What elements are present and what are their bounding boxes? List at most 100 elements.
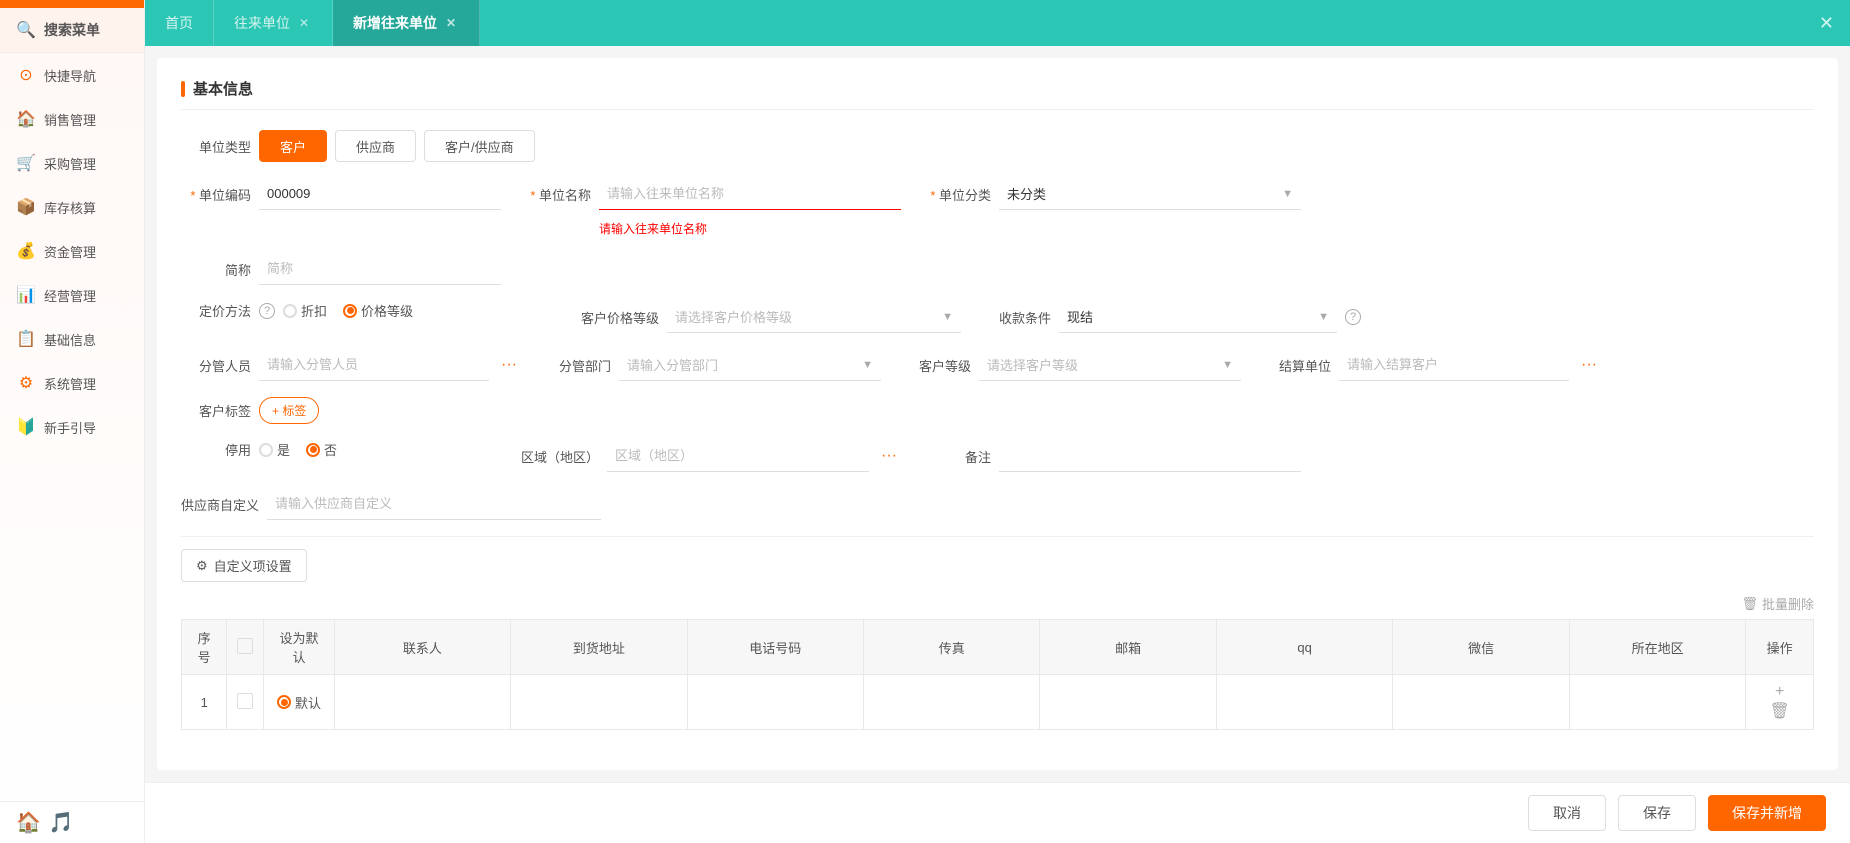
row-add-btn[interactable]: + bbox=[1771, 683, 1788, 700]
pricing-level-radio[interactable]: 价格等级 bbox=[343, 301, 413, 320]
section-title: 基本信息 bbox=[181, 78, 1814, 110]
settlement-unit-input[interactable] bbox=[1339, 349, 1569, 381]
settlement-unit-field: 结算单位 ··· bbox=[1261, 349, 1601, 381]
manager-ellipsis-btn[interactable]: ··· bbox=[497, 356, 521, 374]
row-email[interactable] bbox=[1040, 675, 1216, 730]
customer-level-label: 客户等级 bbox=[901, 356, 971, 375]
row-checkbox[interactable] bbox=[227, 675, 264, 730]
row-phone[interactable] bbox=[687, 675, 863, 730]
save-add-button[interactable]: 保存并新增 bbox=[1708, 795, 1826, 831]
row-qq-input[interactable] bbox=[1227, 695, 1383, 710]
sidebar-item-label: 新手引导 bbox=[44, 418, 96, 437]
sidebar-item-system[interactable]: ⚙ 系统管理 bbox=[0, 361, 144, 405]
sidebar-item-sales[interactable]: 🏠 销售管理 bbox=[0, 97, 144, 141]
payment-terms-help-icon[interactable]: ? bbox=[1345, 309, 1361, 325]
disabled-label: 停用 bbox=[181, 440, 251, 459]
region-ellipsis-btn[interactable]: ··· bbox=[877, 447, 901, 465]
sidebar-item-search[interactable]: 🔍 搜索菜单 bbox=[0, 8, 144, 53]
unit-type-customer-btn[interactable]: 客户 bbox=[259, 130, 327, 162]
sidebar-item-finance[interactable]: 💰 资金管理 bbox=[0, 229, 144, 273]
col-fax: 传真 bbox=[863, 620, 1039, 675]
row-region-input[interactable] bbox=[1580, 695, 1735, 710]
finance-icon: 💰 bbox=[16, 241, 36, 261]
row-address-input[interactable] bbox=[521, 695, 676, 710]
pricing-discount-radio[interactable]: 折扣 bbox=[283, 301, 327, 320]
custom-settings-btn[interactable]: ⚙ 自定义项设置 bbox=[181, 549, 307, 582]
sidebar-item-basics[interactable]: 📋 基础信息 bbox=[0, 317, 144, 361]
tab-partner-close[interactable]: ✕ bbox=[296, 15, 312, 31]
supplier-custom-input[interactable] bbox=[267, 488, 601, 520]
pricing-help-icon[interactable]: ? bbox=[259, 303, 275, 319]
basics-icon: 📋 bbox=[16, 329, 36, 349]
row-contact-input[interactable] bbox=[345, 695, 500, 710]
row-delete-btn[interactable]: 🗑 bbox=[1765, 703, 1793, 720]
row-fax-input[interactable] bbox=[874, 695, 1029, 710]
tab-bar-close-btn[interactable]: ✕ bbox=[1803, 13, 1850, 34]
manager-field: 分管人员 ··· bbox=[181, 349, 521, 381]
payment-terms-chevron: ▼ bbox=[1318, 311, 1329, 323]
batch-delete-btn[interactable]: 🗑 批量删除 bbox=[1741, 594, 1814, 613]
unit-name-input[interactable] bbox=[599, 178, 901, 210]
row-address[interactable] bbox=[511, 675, 687, 730]
region-input[interactable] bbox=[607, 440, 869, 472]
sidebar-item-inventory[interactable]: 📦 库存核算 bbox=[0, 185, 144, 229]
guide-icon: 🔰 bbox=[16, 417, 36, 437]
row-wechat-input[interactable] bbox=[1403, 695, 1558, 710]
unit-type-supplier-btn[interactable]: 供应商 bbox=[335, 130, 416, 162]
col-default: 设为默认 bbox=[264, 620, 334, 675]
sidebar-footer[interactable]: 🏠 🎵 bbox=[0, 801, 144, 843]
disabled-no-radio[interactable]: 否 bbox=[306, 440, 337, 459]
row-qq[interactable] bbox=[1216, 675, 1393, 730]
row-region[interactable] bbox=[1569, 675, 1745, 730]
save-button[interactable]: 保存 bbox=[1618, 795, 1696, 831]
unit-type-label: 单位类型 bbox=[181, 137, 251, 156]
sidebar-item-label: 销售管理 bbox=[44, 110, 96, 129]
sales-icon: 🏠 bbox=[16, 109, 36, 129]
customer-level-field: 客户等级 请选择客户等级 ▼ bbox=[901, 349, 1241, 381]
music-icon: 🎵 bbox=[49, 810, 74, 835]
unit-category-select[interactable]: 未分类 ▼ bbox=[999, 178, 1301, 210]
unit-type-both-btn[interactable]: 客户/供应商 bbox=[424, 130, 535, 162]
cancel-button[interactable]: 取消 bbox=[1528, 795, 1606, 831]
settlement-unit-ellipsis-btn[interactable]: ··· bbox=[1577, 356, 1601, 374]
col-region: 所在地区 bbox=[1569, 620, 1745, 675]
tab-home[interactable]: 首页 bbox=[145, 0, 214, 46]
tab-new-partner[interactable]: 新增往来单位 ✕ bbox=[333, 0, 480, 46]
col-checkbox[interactable] bbox=[227, 620, 264, 675]
short-name-input[interactable] bbox=[259, 253, 501, 285]
row-fax[interactable] bbox=[863, 675, 1039, 730]
department-label: 分管部门 bbox=[541, 356, 611, 375]
disabled-row: 停用 是 否 区域（地区） ··· 备注 bbox=[181, 440, 1814, 472]
sidebar-item-purchase[interactable]: 🛒 采购管理 bbox=[0, 141, 144, 185]
col-qq: qq bbox=[1216, 620, 1393, 675]
disabled-yes-radio[interactable]: 是 bbox=[259, 440, 290, 459]
search-icon: 🔍 bbox=[16, 20, 36, 40]
row-default-radio[interactable]: 默认 bbox=[274, 693, 323, 712]
customer-level-select[interactable]: 请选择客户等级 ▼ bbox=[979, 349, 1241, 381]
remark-input[interactable] bbox=[999, 440, 1301, 472]
sidebar-item-label: 经营管理 bbox=[44, 286, 96, 305]
unit-code-input[interactable] bbox=[259, 178, 501, 210]
customer-price-level-select[interactable]: 请选择客户价格等级 ▼ bbox=[667, 301, 961, 333]
customer-tag-row: 客户标签 + 标签 bbox=[181, 397, 1814, 424]
row-phone-input[interactable] bbox=[698, 695, 853, 710]
tab-partner[interactable]: 往来单位 ✕ bbox=[214, 0, 333, 46]
sidebar-item-quick-nav[interactable]: ⊙ 快捷导航 bbox=[0, 53, 144, 97]
disabled-no-label: 否 bbox=[324, 440, 337, 459]
row-email-input[interactable] bbox=[1050, 695, 1205, 710]
disabled-radio-group: 是 否 bbox=[259, 440, 337, 459]
customer-tag-add-btn[interactable]: + 标签 bbox=[259, 397, 319, 424]
row-contact[interactable] bbox=[334, 675, 510, 730]
department-select[interactable]: 请输入分管部门 ▼ bbox=[619, 349, 881, 381]
sidebar-item-operations[interactable]: 📊 经营管理 bbox=[0, 273, 144, 317]
row-wechat[interactable] bbox=[1393, 675, 1569, 730]
payment-terms-select[interactable]: 现结 ▼ bbox=[1059, 301, 1337, 333]
sidebar-item-guide[interactable]: 🔰 新手引导 bbox=[0, 405, 144, 449]
region-label: 区域（地区） bbox=[521, 447, 599, 466]
row-check[interactable] bbox=[237, 693, 253, 709]
tab-new-partner-close[interactable]: ✕ bbox=[443, 15, 459, 31]
unit-type-field: 单位类型 客户 供应商 客户/供应商 bbox=[181, 130, 1794, 162]
header-checkbox[interactable] bbox=[237, 638, 253, 654]
disabled-yes-circle bbox=[259, 443, 273, 457]
manager-input[interactable] bbox=[259, 349, 489, 381]
